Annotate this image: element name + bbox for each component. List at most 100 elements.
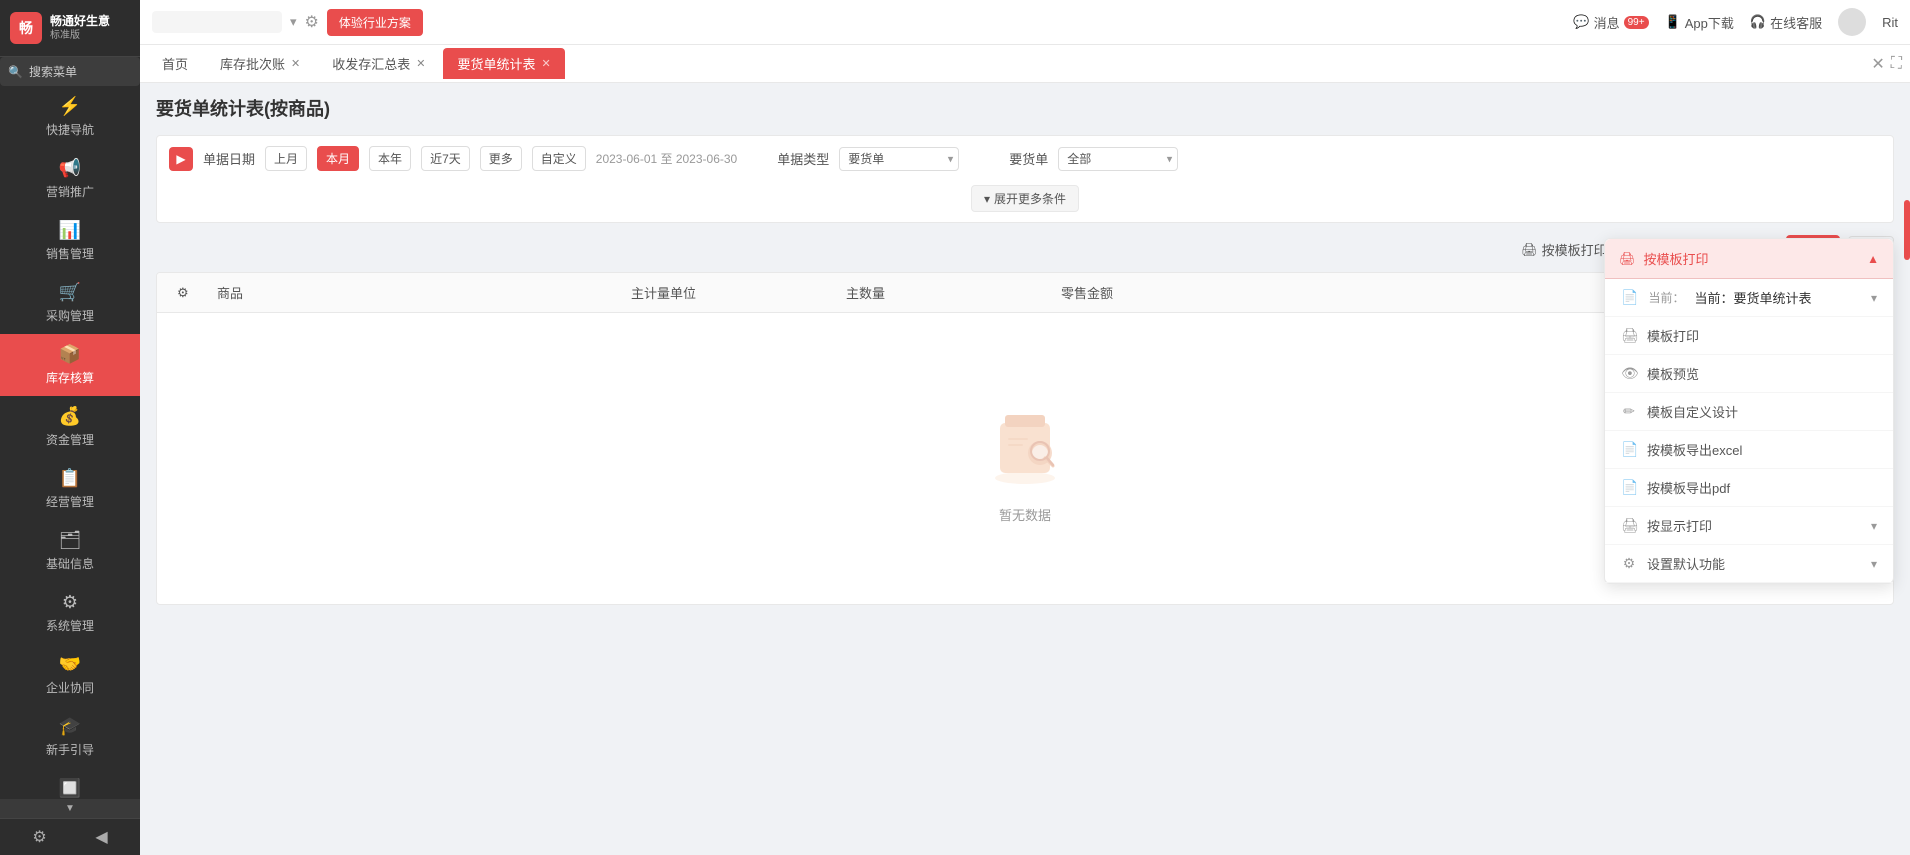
sidebar-item-guide[interactable]: 🎓 新手引导	[0, 706, 140, 768]
settings-bottom-button[interactable]: ⚙	[32, 827, 46, 847]
marketing-icon: 📢	[59, 158, 81, 179]
sidebar: 畅 畅通好生意 标准版 🔍 搜索菜单 ⚡ 快捷导航 📢 营销推广 📊 销售管理 …	[0, 0, 140, 855]
tab-collection[interactable]: 收发存汇总表 ✕	[318, 48, 439, 79]
support-icon: 🎧	[1750, 14, 1766, 30]
dropdown-item-template-print[interactable]: 🖨 模板打印	[1605, 317, 1893, 355]
type-filter-label: 单据类型	[777, 149, 829, 168]
set-default-arrow-icon: ▾	[1871, 557, 1877, 571]
sidebar-item-sales[interactable]: 📊 销售管理	[0, 210, 140, 272]
expand-more-icon: ▾	[984, 192, 990, 206]
tab-order-stats-close[interactable]: ✕	[542, 57, 551, 70]
sidebar-item-system[interactable]: ⚙ 系统管理	[0, 582, 140, 644]
tab-batch-close[interactable]: ✕	[291, 57, 300, 70]
apps-icon: 🔲	[59, 778, 81, 799]
display-print-icon: 🖨	[1621, 517, 1637, 534]
display-print-arrow-icon: ▾	[1871, 519, 1877, 533]
sidebar-logo: 畅 畅通好生意 标准版	[0, 0, 140, 57]
dropdown-header-left: 🖨 按模板打印	[1619, 249, 1709, 268]
messages-icon: 💬	[1573, 14, 1589, 30]
dropdown-collapse-icon[interactable]: ▲	[1867, 252, 1879, 266]
avatar[interactable]	[1838, 8, 1866, 36]
date-btn-last-month[interactable]: 上月	[265, 146, 307, 171]
dropdown-item-template-pdf[interactable]: 📄 按模板导出pdf	[1605, 469, 1893, 507]
tab-batch[interactable]: 库存批次账 ✕	[206, 48, 314, 79]
template-design-icon: ✏	[1621, 403, 1637, 420]
page-title: 要货单统计表(按商品)	[156, 95, 1894, 121]
sidebar-bottom: ⚙ ◀	[0, 818, 140, 855]
online-support-button[interactable]: 🎧 在线客服	[1750, 13, 1822, 32]
date-btn-this-year[interactable]: 本年	[369, 146, 411, 171]
sidebar-item-collab[interactable]: 🤝 企业协同	[0, 644, 140, 706]
page-content: 要货单统计表(按商品) ▶ 单据日期 上月 本月 本年 近7天 更多 自定义 2…	[140, 83, 1910, 855]
sidebar-item-operations[interactable]: 📋 经营管理	[0, 458, 140, 520]
dropdown-item-template-excel[interactable]: 📄 按模板导出excel	[1605, 431, 1893, 469]
dropdown-item-display-print[interactable]: 🖨 按显示打印 ▾	[1605, 507, 1893, 545]
inventory-icon: 📦	[59, 344, 81, 365]
sidebar-scroll-down[interactable]: ▼	[0, 799, 140, 818]
tab-close-window-button[interactable]: ✕	[1871, 54, 1884, 74]
app-icon: 📱	[1665, 14, 1681, 30]
set-default-icon: ⚙	[1621, 555, 1637, 572]
print-icon: 🖨	[1521, 242, 1538, 258]
basic-icon: 🗂	[59, 530, 82, 551]
dropdown-current-left: 📄 当前： 当前：要货单统计表	[1621, 288, 1811, 307]
col-product-header: 商品	[209, 273, 623, 312]
search-icon: 🔍	[8, 65, 23, 79]
topbar-gear-icon[interactable]: ⚙	[305, 12, 319, 32]
logo-icon: 畅	[10, 12, 42, 44]
sidebar-item-basic[interactable]: 🗂 基础信息	[0, 520, 140, 582]
date-btn-more[interactable]: 更多	[480, 146, 522, 171]
search-menu-button[interactable]: 🔍 搜索菜单	[0, 57, 140, 86]
messages-button[interactable]: 💬 消息 99+	[1573, 13, 1648, 32]
expand-more-conditions-button[interactable]: ▾ 展开更多条件	[971, 185, 1079, 212]
date-btn-7days[interactable]: 近7天	[421, 146, 470, 171]
sidebar-item-inventory[interactable]: 📦 库存核算	[0, 334, 140, 396]
sidebar-item-apps[interactable]: 🔲 应用中心	[0, 768, 140, 799]
col-settings-header[interactable]: ⚙	[169, 275, 209, 311]
tab-home[interactable]: 首页	[148, 48, 202, 79]
dropdown-header: 🖨 按模板打印 ▲	[1605, 239, 1893, 279]
topbar-chevron-icon[interactable]: ▾	[290, 14, 297, 30]
tab-order-stats[interactable]: 要货单统计表 ✕	[443, 48, 564, 79]
collab-icon: 🤝	[59, 654, 81, 675]
template-pdf-icon: 📄	[1621, 479, 1637, 496]
col-qty-header: 主数量	[838, 273, 1053, 312]
app-download-button[interactable]: 📱 App下载	[1665, 13, 1734, 32]
filter-expand-button[interactable]: ▶	[169, 147, 193, 171]
quick-nav-icon: ⚡	[59, 96, 81, 117]
type-select[interactable]: 要货单 全部	[839, 147, 959, 171]
dropdown-current-template[interactable]: 📄 当前： 当前：要货单统计表 ▾	[1605, 279, 1893, 317]
collapse-button[interactable]: ◀	[95, 827, 107, 847]
purchase-icon: 🛒	[59, 282, 81, 303]
sidebar-item-marketing[interactable]: 📢 营销推广	[0, 148, 140, 210]
finance-icon: 💰	[59, 406, 81, 427]
cargo-select[interactable]: 全部	[1058, 147, 1178, 171]
sidebar-item-purchase[interactable]: 🛒 采购管理	[0, 272, 140, 334]
industry-solution-button[interactable]: 体验行业方案	[327, 9, 423, 36]
cargo-select-wrapper: 全部	[1058, 147, 1178, 171]
topbar-search-input[interactable]	[152, 11, 282, 33]
template-excel-icon: 📄	[1621, 441, 1637, 458]
col-unit-header: 主计量单位	[623, 273, 838, 312]
scrollbar-right[interactable]	[1904, 200, 1910, 260]
filter-bar: ▶ 单据日期 上月 本月 本年 近7天 更多 自定义 2023-06-01 至 …	[156, 135, 1894, 223]
sidebar-item-quick-nav[interactable]: ⚡ 快捷导航	[0, 86, 140, 148]
tabs-right-controls: ✕ ⛶	[1871, 54, 1902, 74]
messages-badge: 99+	[1624, 16, 1649, 29]
tab-maximize-button[interactable]: ⛶	[1891, 54, 1902, 74]
template-preview-icon: 👁	[1621, 365, 1637, 382]
operations-icon: 📋	[59, 468, 81, 489]
main-content: ▾ ⚙ 体验行业方案 💬 消息 99+ 📱 App下载 🎧 在线客服 Rit 首…	[140, 0, 1910, 855]
cargo-filter-label: 要货单	[1009, 149, 1048, 168]
dropdown-item-set-default[interactable]: ⚙ 设置默认功能 ▾	[1605, 545, 1893, 583]
current-chevron-icon: ▾	[1871, 291, 1877, 305]
empty-illustration	[975, 393, 1075, 493]
sidebar-nav: ⚡ 快捷导航 📢 营销推广 📊 销售管理 🛒 采购管理 📦 库存核算 💰 资金管…	[0, 86, 140, 799]
date-btn-this-month[interactable]: 本月	[317, 146, 359, 171]
sidebar-item-finance[interactable]: 💰 资金管理	[0, 396, 140, 458]
dropdown-item-template-design[interactable]: ✏ 模板自定义设计	[1605, 393, 1893, 431]
tab-collection-close[interactable]: ✕	[416, 57, 425, 70]
topbar-right: 💬 消息 99+ 📱 App下载 🎧 在线客服 Rit	[1573, 8, 1898, 36]
date-btn-custom[interactable]: 自定义	[532, 146, 586, 171]
dropdown-item-template-preview[interactable]: 👁 模板预览	[1605, 355, 1893, 393]
